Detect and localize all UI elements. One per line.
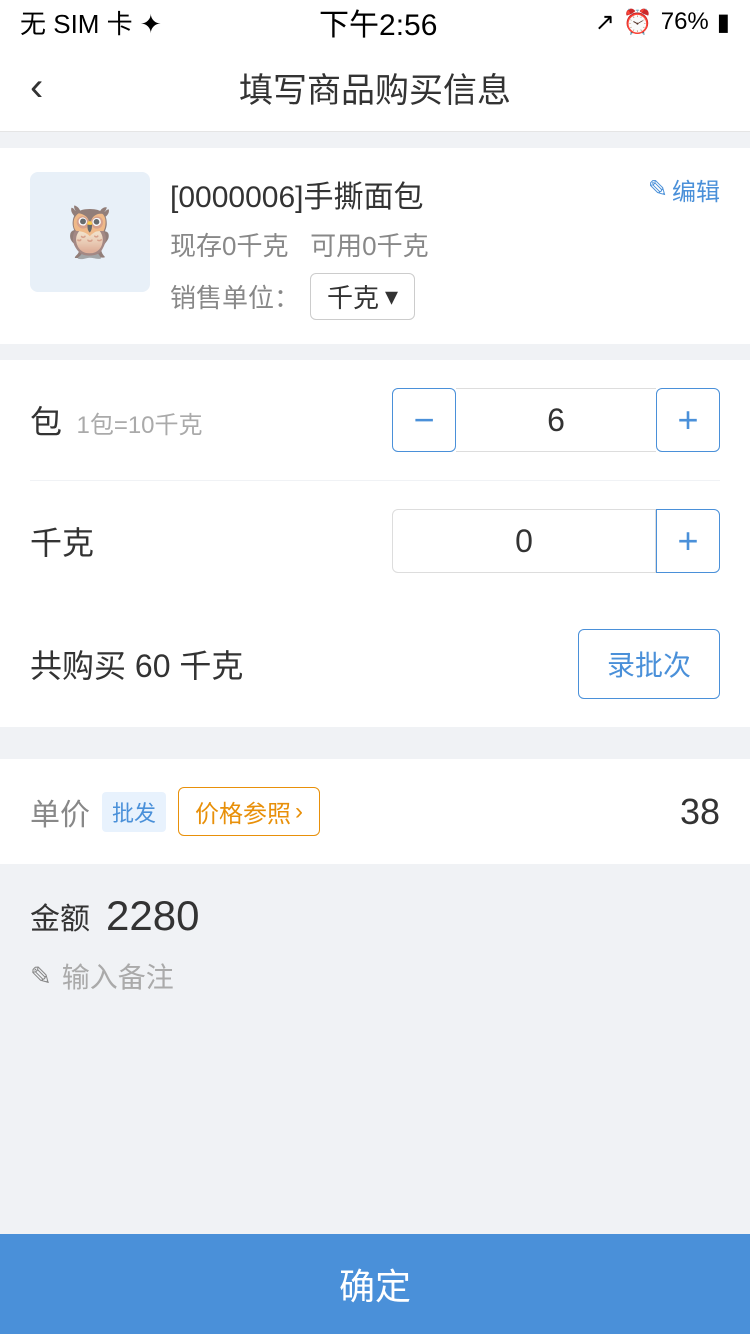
dropdown-icon: ▾ (385, 281, 398, 312)
status-left: 无 SIM 卡 ✦ (20, 4, 162, 41)
confirm-button[interactable]: 确定 (0, 1234, 750, 1334)
status-time: 下午2:56 (319, 0, 437, 44)
battery-icon: ▮ (717, 8, 730, 37)
edit-button[interactable]: ✎ 编辑 (648, 172, 720, 207)
page-title: 填写商品购买信息 (239, 63, 511, 112)
pack-increment-button[interactable]: + (656, 388, 720, 452)
kg-quantity-input[interactable] (392, 509, 656, 573)
divider-2 (0, 727, 750, 743)
divider-1 (0, 344, 750, 360)
amount-section: 金额 2280 ✎ 输入备注 (0, 864, 750, 1016)
kg-increment-button[interactable]: + (656, 509, 720, 573)
price-reference-button[interactable]: 价格参照 › (178, 787, 320, 836)
product-thumbnail: 🦉 (30, 172, 150, 292)
pack-hint: 1包=10千克 (76, 412, 202, 439)
pack-label-group: 包 1包=10千克 (30, 397, 203, 443)
product-unit: 销售单位： 千克 ▾ (170, 273, 720, 320)
summary-row: 共购买 60 千克 录批次 (0, 601, 750, 727)
back-button[interactable]: ‹ (30, 65, 43, 110)
status-right: ↗ ⏰ 76% ▮ (595, 8, 730, 37)
batch-button[interactable]: 录批次 (578, 629, 720, 699)
summary-text: 共购买 60 千克 (30, 641, 243, 687)
edit-icon: ✎ (648, 175, 668, 204)
remark-icon: ✎ (30, 961, 52, 992)
price-value: 38 (680, 791, 720, 833)
remark-placeholder: 输入备注 (62, 956, 174, 996)
product-card: 🦉 [0000006]手撕面包 ✎ 编辑 现存0千克 可用0千克 销售单位： 千… (0, 148, 750, 344)
pack-label: 包 (30, 404, 62, 440)
kg-label: 千克 (30, 525, 94, 561)
amount-label: 金额 (30, 894, 90, 938)
nav-bar: ‹ 填写商品购买信息 (0, 44, 750, 132)
amount-row: 金额 2280 (30, 892, 720, 940)
price-row: 单价 批发 价格参照 › 38 (30, 787, 720, 836)
input-section: 包 1包=10千克 − + 千克 + (0, 360, 750, 601)
amount-value: 2280 (106, 892, 199, 940)
pack-decrement-button[interactable]: − (392, 388, 456, 452)
alarm-icon: ⏰ (623, 8, 653, 37)
product-info: [0000006]手撕面包 ✎ 编辑 现存0千克 可用0千克 销售单位： 千克 … (170, 172, 720, 320)
product-header: [0000006]手撕面包 ✎ 编辑 (170, 172, 720, 226)
kg-qty-control: + (392, 509, 720, 573)
sim-status: 无 SIM 卡 ✦ (20, 4, 162, 41)
status-bar: 无 SIM 卡 ✦ 下午2:56 ↗ ⏰ 76% ▮ (0, 0, 750, 44)
pack-quantity-input[interactable] (456, 388, 656, 452)
price-type-tag: 批发 (102, 792, 166, 832)
remark-row[interactable]: ✎ 输入备注 (30, 956, 720, 996)
pack-input-row: 包 1包=10千克 − + (30, 360, 720, 481)
unit-select[interactable]: 千克 ▾ (310, 273, 415, 320)
pack-qty-control: − + (392, 388, 720, 452)
location-icon: ↗ (595, 8, 615, 37)
product-name: [0000006]手撕面包 (170, 172, 423, 216)
price-label-group: 单价 批发 价格参照 › (30, 787, 320, 836)
kg-label-group: 千克 (30, 518, 94, 564)
product-owl-icon: 🦉 (59, 203, 121, 262)
product-stock: 现存0千克 可用0千克 (170, 226, 720, 263)
battery-level: 76% (661, 8, 709, 36)
kg-input-row: 千克 + (30, 481, 720, 601)
price-ref-arrow: › (295, 798, 303, 826)
price-section: 单价 批发 价格参照 › 38 (0, 759, 750, 864)
